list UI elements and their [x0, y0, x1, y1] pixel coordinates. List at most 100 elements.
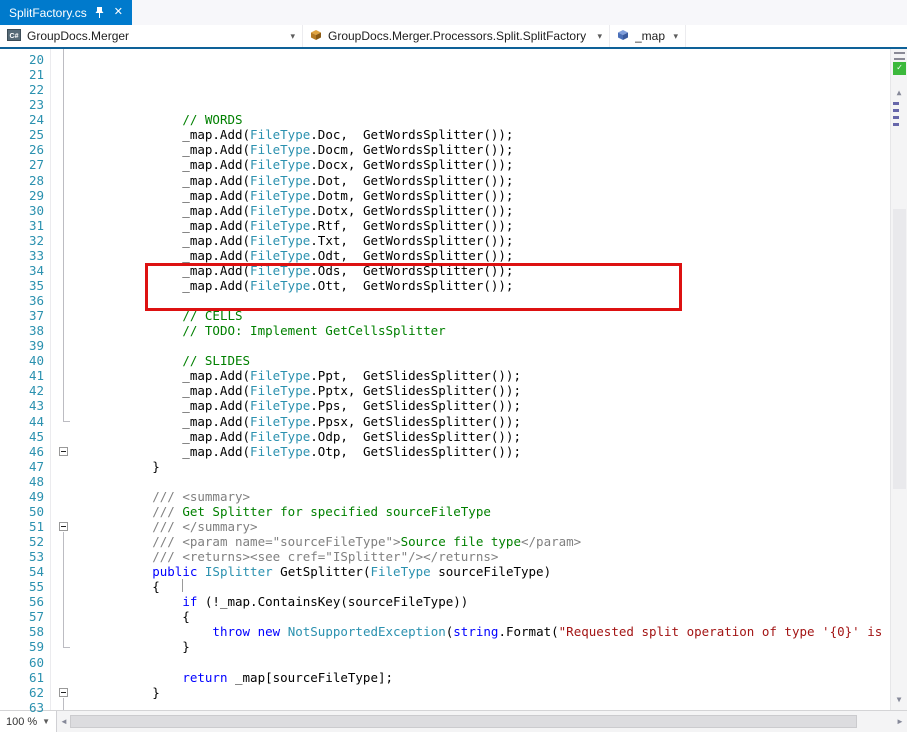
code-line-29[interactable]: _map.Add(FileType.Txt, GetWordsSplitter(…	[92, 233, 907, 248]
scroll-right-arrow[interactable]: ►	[893, 711, 907, 732]
change-mark	[893, 116, 899, 119]
todo-highlight-annotation	[145, 262, 682, 312]
fold-collapse-box-line-62[interactable]	[59, 687, 68, 697]
vs-editor-window: SplitFactory.cs ✕ C# GroupDocs.Merger ▾ …	[0, 0, 907, 733]
svg-text:C#: C#	[10, 33, 19, 40]
code-line-22[interactable]: _map.Add(FileType.Doc, GetWordsSplitter(…	[92, 127, 907, 142]
pin-icon[interactable]	[95, 6, 104, 19]
outline-guide-tick	[63, 647, 70, 648]
line-number: 49	[28, 488, 44, 504]
vertical-scrollbar[interactable]: ✓ ▲ ▼	[890, 49, 907, 710]
line-number: 55	[28, 579, 44, 595]
code-line-23[interactable]: _map.Add(FileType.Docm, GetWordsSplitter…	[92, 142, 907, 157]
outline-guide-tick	[63, 421, 70, 422]
line-number: 54	[28, 564, 44, 580]
code-line-55[interactable]: throw new NotSupportedException(string.F…	[92, 624, 907, 639]
code-health-check-icon: ✓	[893, 62, 906, 75]
project-dropdown-label: GroupDocs.Merger	[27, 29, 130, 43]
code-editor[interactable]: 20 21 22 23 24 25 26 27 28 29 30 31 32 33 34 35 36 37 38 39…	[0, 49, 907, 715]
code-line-49[interactable]: /// <param name="sourceFileType">Source …	[92, 534, 907, 549]
hscrollbar-thumb[interactable]	[70, 715, 857, 728]
code-line-51[interactable]: public ISplitter GetSplitter(FileType so…	[92, 564, 907, 579]
project-dropdown[interactable]: C# GroupDocs.Merger ▾	[0, 25, 303, 47]
tab-title: SplitFactory.cs	[9, 5, 87, 20]
code-line-56[interactable]: }	[92, 639, 907, 654]
line-number: 42	[28, 383, 44, 399]
line-number: 32	[28, 232, 44, 248]
scroll-left-arrow[interactable]: ◄	[57, 711, 71, 732]
code-line-26[interactable]: _map.Add(FileType.Dotm, GetWordsSplitter…	[92, 188, 907, 203]
horizontal-scrollbar[interactable]: ◄ ►	[57, 711, 907, 732]
line-number: 52	[28, 534, 44, 549]
code-line-53[interactable]: if (!_map.ContainsKey(sourceFileType))	[92, 594, 907, 609]
line-number: 28	[28, 172, 44, 188]
code-line-52[interactable]: {	[92, 579, 907, 594]
code-line-59[interactable]: }	[92, 685, 907, 700]
line-number: 29	[28, 187, 44, 203]
code-line-38[interactable]: _map.Add(FileType.Ppt, GetSlidesSplitter…	[92, 368, 907, 383]
type-dropdown[interactable]: GroupDocs.Merger.Processors.Split.SplitF…	[303, 25, 610, 47]
line-number: 62	[28, 684, 44, 700]
scrollbar-change-marks	[891, 102, 907, 130]
block-structure-guide	[182, 579, 183, 592]
code-line-44[interactable]: }	[92, 459, 907, 474]
code-line-50[interactable]: /// <returns><see cref="ISplitter"/></re…	[92, 549, 907, 564]
line-number: 36	[28, 293, 44, 308]
vscrollbar-thumb[interactable]	[893, 209, 906, 489]
line-number: 37	[28, 308, 44, 324]
change-mark	[893, 109, 899, 112]
code-line-24[interactable]: _map.Add(FileType.Docx, GetWordsSplitter…	[92, 157, 907, 172]
line-number: 41	[28, 368, 44, 384]
code-line-39[interactable]: _map.Add(FileType.Pptx, GetSlidesSplitte…	[92, 383, 907, 398]
code-line-27[interactable]: _map.Add(FileType.Dotx, GetWordsSplitter…	[92, 203, 907, 218]
split-editor-handle[interactable]	[894, 52, 905, 60]
code-line-20[interactable]	[92, 97, 907, 112]
line-number: 48	[28, 473, 44, 489]
navigation-bar: C# GroupDocs.Merger ▾ GroupDocs.Merger.P…	[0, 25, 907, 49]
code-line-30[interactable]: _map.Add(FileType.Odt, GetWordsSplitter(…	[92, 248, 907, 263]
fold-collapse-box-line-46[interactable]	[59, 446, 68, 456]
close-icon[interactable]: ✕	[112, 6, 125, 19]
field-icon	[617, 29, 629, 44]
code-line-58[interactable]: return _map[sourceFileType];	[92, 670, 907, 685]
bottom-bar: 100 % ▼ ◄ ►	[0, 710, 907, 732]
line-number: 25	[28, 127, 44, 143]
line-number: 50	[28, 503, 44, 519]
line-number: 47	[28, 458, 44, 474]
code-line-36[interactable]	[92, 338, 907, 353]
code-line-60[interactable]	[92, 700, 907, 710]
code-column[interactable]: // WORDS _map.Add(FileType.Doc, GetWords…	[92, 49, 907, 710]
member-dropdown[interactable]: _map ▾	[610, 25, 686, 47]
line-number: 56	[28, 594, 44, 610]
scroll-down-arrow[interactable]: ▼	[891, 692, 907, 707]
chevron-down-icon: ▾	[597, 30, 602, 41]
tab-bar: SplitFactory.cs ✕	[0, 0, 907, 25]
code-line-54[interactable]: {	[92, 609, 907, 624]
code-line-42[interactable]: _map.Add(FileType.Odp, GetSlidesSplitter…	[92, 429, 907, 444]
line-number: 44	[28, 413, 44, 429]
line-number: 38	[28, 323, 44, 339]
code-line-43[interactable]: _map.Add(FileType.Otp, GetSlidesSplitter…	[92, 444, 907, 459]
code-line-35[interactable]: // TODO: Implement GetCellsSplitter	[92, 323, 907, 338]
scroll-up-arrow[interactable]: ▲	[891, 85, 907, 100]
line-number: 61	[28, 669, 44, 685]
code-line-41[interactable]: _map.Add(FileType.Ppsx, GetSlidesSplitte…	[92, 414, 907, 429]
tab-splitfactory[interactable]: SplitFactory.cs ✕	[0, 0, 132, 25]
code-line-48[interactable]: /// </summary>	[92, 519, 907, 534]
change-mark	[893, 123, 899, 126]
code-line-37[interactable]: // SLIDES	[92, 353, 907, 368]
line-number: 51	[28, 518, 44, 534]
line-number: 34	[28, 262, 44, 278]
code-line-25[interactable]: _map.Add(FileType.Dot, GetWordsSplitter(…	[92, 173, 907, 188]
code-line-47[interactable]: /// Get Splitter for specified sourceFil…	[92, 504, 907, 519]
code-line-57[interactable]	[92, 655, 907, 670]
code-line-40[interactable]: _map.Add(FileType.Pps, GetSlidesSplitter…	[92, 398, 907, 413]
code-line-45[interactable]	[92, 474, 907, 489]
zoom-value: 100 %	[6, 715, 38, 728]
code-line-28[interactable]: _map.Add(FileType.Rtf, GetWordsSplitter(…	[92, 218, 907, 233]
line-number: 40	[28, 353, 44, 369]
code-line-21[interactable]: // WORDS	[92, 112, 907, 127]
code-line-46[interactable]: /// <summary>	[92, 489, 907, 504]
fold-collapse-box-line-51[interactable]	[59, 522, 68, 532]
csharp-project-icon: C#	[7, 28, 21, 45]
